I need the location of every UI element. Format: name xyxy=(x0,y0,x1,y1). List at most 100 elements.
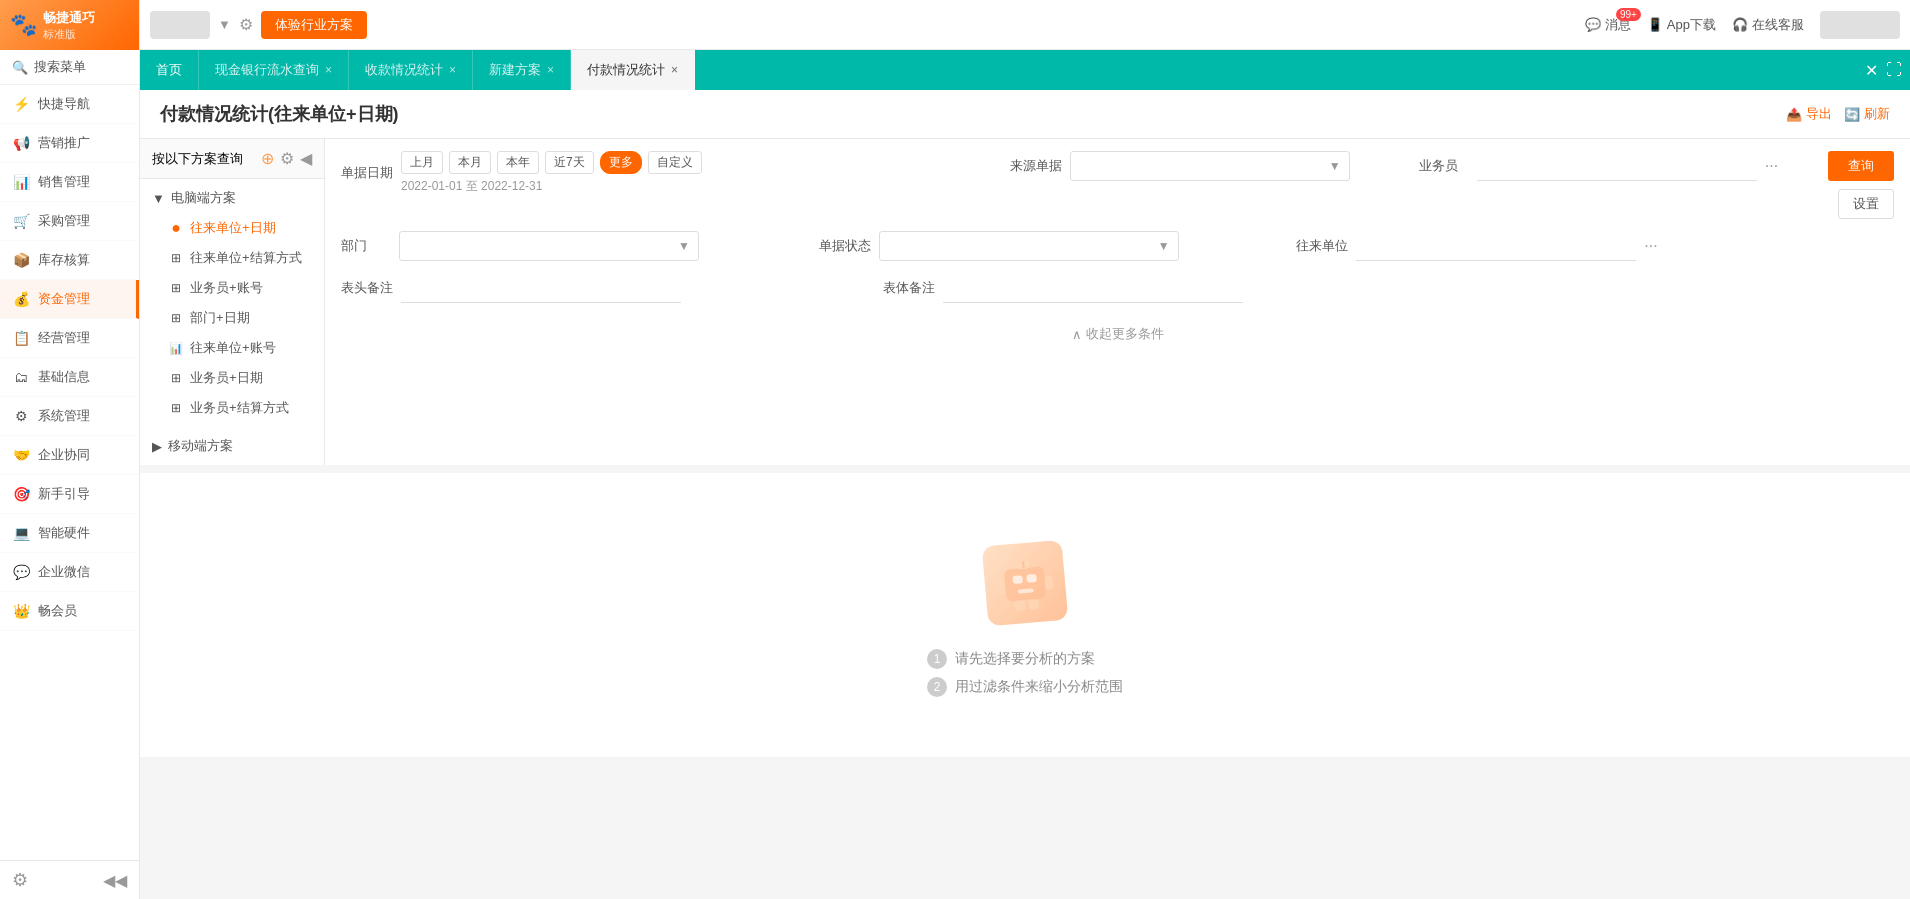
date-btn-more[interactable]: 更多 xyxy=(600,151,642,174)
partner-input[interactable] xyxy=(1356,231,1636,261)
date-label: 单据日期 xyxy=(341,164,393,182)
scheme-item-icon-staff-account: ⊞ xyxy=(168,280,184,296)
scheme-item-label: 往来单位+账号 xyxy=(190,339,276,357)
tab-collection[interactable]: 收款情况统计 × xyxy=(349,50,473,90)
pc-group-header[interactable]: ▼ 电脑端方案 xyxy=(140,183,324,213)
trial-button[interactable]: 体验行业方案 xyxy=(261,11,367,39)
scheme-item-partner-account[interactable]: 📊 往来单位+账号 xyxy=(140,333,324,363)
sidebar-item-member[interactable]: 👑 畅会员 xyxy=(0,592,139,631)
sidebar-item-wechat[interactable]: 💬 企业微信 xyxy=(0,553,139,592)
body-note-input[interactable] xyxy=(943,273,1243,303)
sidebar-item-operation[interactable]: 📋 经营管理 xyxy=(0,319,139,358)
query-button[interactable]: 查询 xyxy=(1828,151,1894,181)
page-title: 付款情况统计(往来单位+日期) xyxy=(160,102,399,126)
sidebar-nav: ⚡ 快捷导航 📢 营销推广 📊 销售管理 🛒 采购管理 📦 库存核算 💰 资金管… xyxy=(0,85,139,860)
filter-field-body-note: 表体备注 xyxy=(883,273,1754,303)
empty-hint-2: 2 用过滤条件来缩小分析范围 xyxy=(927,677,1123,697)
scheme-item-staff-settle[interactable]: ⊞ 业务员+结算方式 xyxy=(140,393,324,423)
tab-close-all-icon[interactable]: ✕ xyxy=(1865,61,1878,80)
scheme-item-partner-date[interactable]: ● 往来单位+日期 xyxy=(140,213,324,243)
settings-button[interactable]: 设置 xyxy=(1838,189,1894,219)
mobile-group-header[interactable]: ▶ 移动端方案 xyxy=(140,431,324,461)
staff-dots-btn[interactable]: ··· xyxy=(1765,157,1778,175)
app-edition: 标准版 xyxy=(43,27,95,42)
tab-new-scheme[interactable]: 新建方案 × xyxy=(473,50,571,90)
sidebar-item-newbie[interactable]: 🎯 新手引导 xyxy=(0,475,139,514)
sidebar-item-quick-nav[interactable]: ⚡ 快捷导航 xyxy=(0,85,139,124)
hint-label-1: 请先选择要分析的方案 xyxy=(955,650,1095,668)
tab-bank-flow-close[interactable]: × xyxy=(325,63,332,77)
sidebar-item-capital[interactable]: 💰 资金管理 xyxy=(0,280,139,319)
date-range-text: 2022-01-01 至 2022-12-31 xyxy=(401,178,702,195)
sidebar-item-label: 畅会员 xyxy=(38,602,77,620)
svg-rect-1 xyxy=(1012,575,1023,584)
tab-payment-close[interactable]: × xyxy=(671,63,678,77)
dept-select[interactable]: ▼ xyxy=(399,231,699,261)
sidebar-item-purchase[interactable]: 🛒 采购管理 xyxy=(0,202,139,241)
source-select[interactable]: ▼ xyxy=(1070,151,1350,181)
refresh-btn[interactable]: 🔄 刷新 xyxy=(1844,105,1890,123)
page-header: 付款情况统计(往来单位+日期) 📤 导出 🔄 刷新 xyxy=(140,90,1910,139)
sidebar-item-label: 营销推广 xyxy=(38,134,90,152)
scheme-item-staff-date[interactable]: ⊞ 业务员+日期 xyxy=(140,363,324,393)
app-download-btn[interactable]: 📱 App下载 xyxy=(1647,16,1716,34)
page-content: 付款情况统计(往来单位+日期) 📤 导出 🔄 刷新 按以下方案查询 ⊕ xyxy=(140,90,1910,899)
sidebar-item-marketing[interactable]: 📢 营销推广 xyxy=(0,124,139,163)
date-btn-custom[interactable]: 自定义 xyxy=(648,151,702,174)
scheme-item-dept-date[interactable]: ⊞ 部门+日期 xyxy=(140,303,324,333)
scheme-settings-icon[interactable]: ⚙ xyxy=(280,149,294,168)
tab-collection-close[interactable]: × xyxy=(449,63,456,77)
cooperation-icon: 🤝 xyxy=(12,446,30,464)
empty-hint-1: 1 请先选择要分析的方案 xyxy=(927,649,1123,669)
svg-rect-0 xyxy=(1004,566,1047,601)
header-note-input[interactable] xyxy=(401,273,681,303)
empty-state: 1 请先选择要分析的方案 2 用过滤条件来缩小分析范围 xyxy=(140,473,1910,757)
sidebar-item-basic-info[interactable]: 🗂 基础信息 xyxy=(0,358,139,397)
staff-label: 业务员 xyxy=(1419,157,1469,175)
sidebar-item-label: 快捷导航 xyxy=(38,95,90,113)
staff-input[interactable] xyxy=(1477,151,1757,181)
nav-dropdown-arrow[interactable]: ▼ xyxy=(218,17,231,32)
search-menu[interactable]: 🔍 搜索菜单 xyxy=(0,50,139,85)
filter-field-date: 单据日期 上月 本月 本年 近7天 更多 自定义 2022-01-01 至 20… xyxy=(341,151,990,195)
partner-dots-btn[interactable]: ··· xyxy=(1644,237,1657,255)
mobile-group-label: 移动端方案 xyxy=(168,437,233,455)
sidebar-item-smart-hardware[interactable]: 💻 智能硬件 xyxy=(0,514,139,553)
sidebar-item-system[interactable]: ⚙ 系统管理 xyxy=(0,397,139,436)
scheme-item-staff-account[interactable]: ⊞ 业务员+账号 xyxy=(140,273,324,303)
sidebar-item-label: 新手引导 xyxy=(38,485,90,503)
app-name: 畅捷通巧 xyxy=(43,9,95,27)
date-btn-last-month[interactable]: 上月 xyxy=(401,151,443,174)
sidebar-item-label: 库存核算 xyxy=(38,251,90,269)
date-btn-last-7days[interactable]: 近7天 xyxy=(545,151,594,174)
doc-status-select[interactable]: ▼ xyxy=(879,231,1179,261)
messages-btn[interactable]: 💬 消息 99+ xyxy=(1585,16,1631,34)
online-service-btn[interactable]: 🎧 在线客服 xyxy=(1732,16,1804,34)
tab-bank-flow[interactable]: 现金银行流水查询 × xyxy=(199,50,349,90)
sidebar-collapse-btn[interactable]: ◀◀ xyxy=(103,871,127,890)
tab-expand-icon[interactable]: ⛶ xyxy=(1886,61,1902,79)
collapse-btn[interactable]: ∧ 收起更多条件 xyxy=(1052,319,1184,349)
tab-new-scheme-close[interactable]: × xyxy=(547,63,554,77)
scheme-header-icons: ⊕ ⚙ ◀ xyxy=(261,149,312,168)
export-btn[interactable]: 📤 导出 xyxy=(1786,105,1832,123)
sidebar-item-inventory[interactable]: 📦 库存核算 xyxy=(0,241,139,280)
nav-gear-icon[interactable]: ⚙ xyxy=(239,15,253,34)
scheme-add-icon[interactable]: ⊕ xyxy=(261,149,274,168)
scheme-item-partner-settle[interactable]: ⊞ 往来单位+结算方式 xyxy=(140,243,324,273)
sidebar-settings-icon[interactable]: ⚙ xyxy=(12,869,28,891)
sidebar-item-sales[interactable]: 📊 销售管理 xyxy=(0,163,139,202)
scheme-collapse-icon[interactable]: ◀ xyxy=(300,149,312,168)
scheme-item-label: 业务员+账号 xyxy=(190,279,263,297)
date-btn-this-year[interactable]: 本年 xyxy=(497,151,539,174)
sidebar-item-cooperation[interactable]: 🤝 企业协同 xyxy=(0,436,139,475)
date-btn-this-month[interactable]: 本月 xyxy=(449,151,491,174)
tab-home[interactable]: 首页 xyxy=(140,50,199,90)
tab-payment[interactable]: 付款情况统计 × xyxy=(571,50,695,90)
sidebar-footer: ⚙ ◀◀ xyxy=(0,860,139,899)
source-select-arrow: ▼ xyxy=(1329,159,1341,173)
scheme-item-label: 业务员+日期 xyxy=(190,369,263,387)
search-label: 搜索菜单 xyxy=(34,58,86,76)
sidebar-item-label: 销售管理 xyxy=(38,173,90,191)
top-nav-right: 💬 消息 99+ 📱 App下载 🎧 在线客服 xyxy=(1585,11,1900,39)
